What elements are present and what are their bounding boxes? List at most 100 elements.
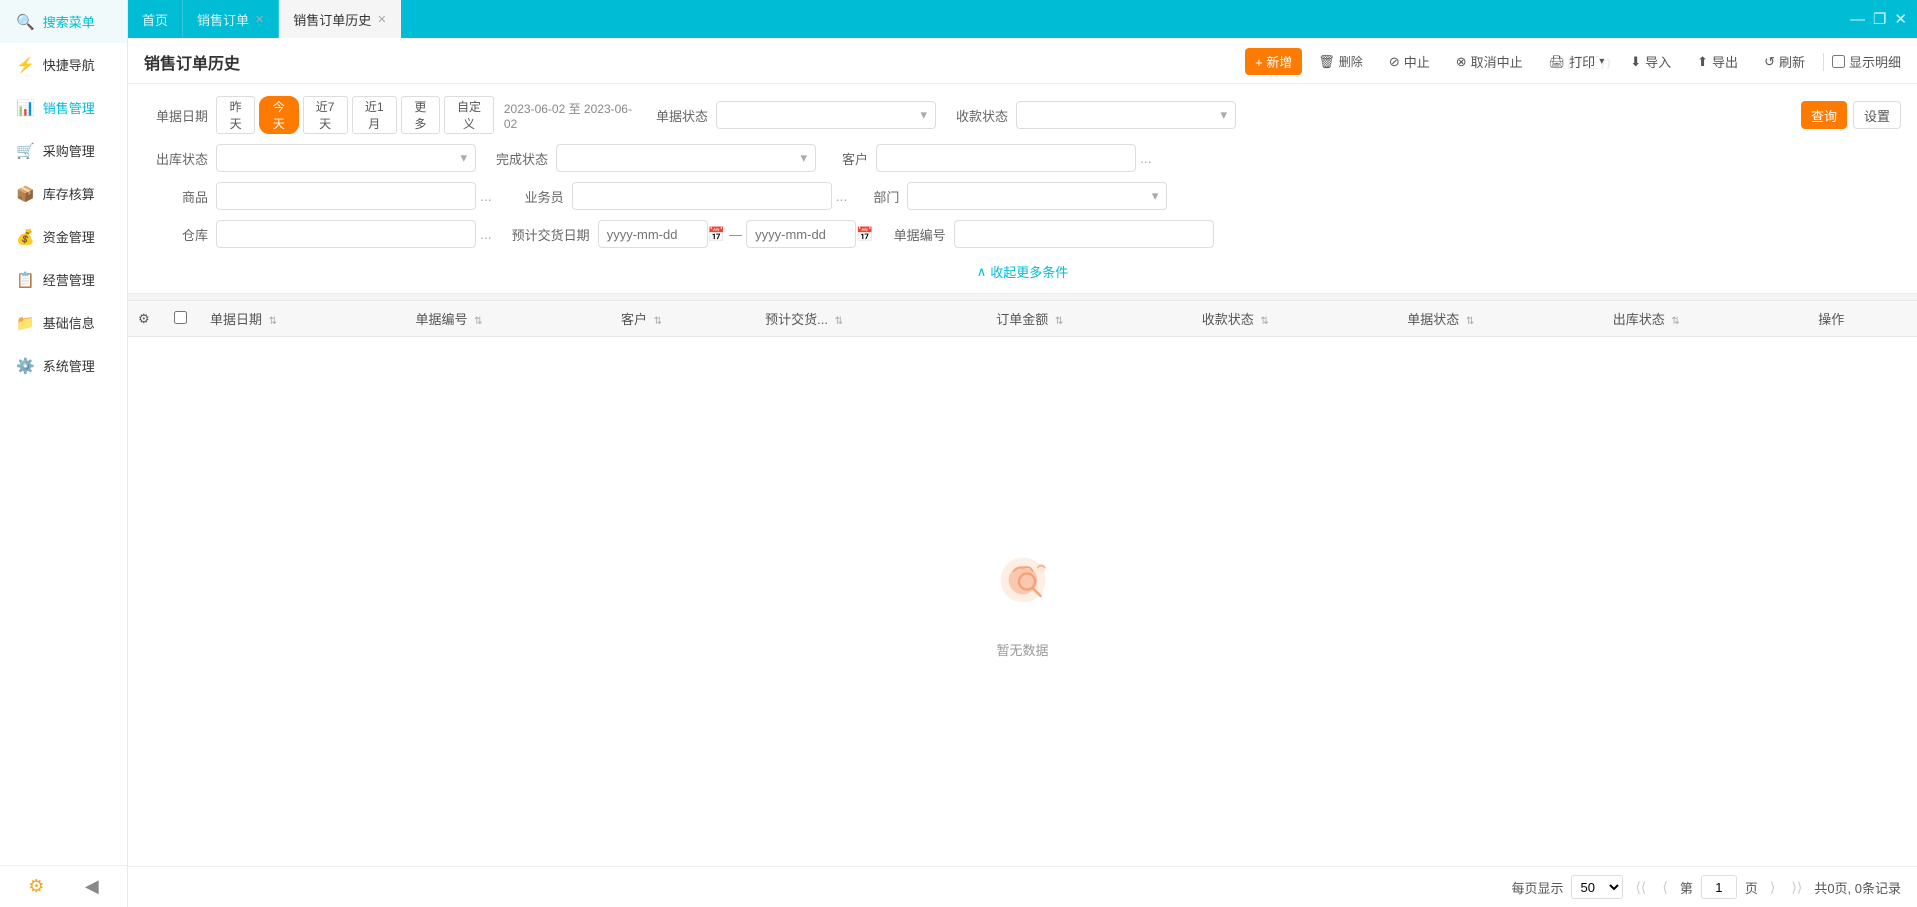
- topbar: 首页 销售订单 ✕ 销售订单历史 ✕ — ❐ ✕: [128, 0, 1917, 38]
- payment-status-select[interactable]: ▾: [1016, 101, 1236, 129]
- th-out-status[interactable]: 出库状态 ⇅: [1603, 301, 1809, 337]
- th-date[interactable]: 单据日期 ⇅: [200, 301, 406, 337]
- close-icon[interactable]: ✕: [1894, 10, 1907, 28]
- new-button[interactable]: + 新增: [1245, 48, 1302, 75]
- sidebar-item-finance[interactable]: 💰 资金管理: [0, 215, 127, 258]
- collapse-btn[interactable]: ∧ 收起更多条件: [144, 258, 1901, 289]
- goods-input[interactable]: [216, 182, 476, 210]
- date-today[interactable]: 今天: [259, 96, 298, 134]
- th-checkbox[interactable]: [164, 301, 200, 337]
- first-page-btn[interactable]: ⟨⟨: [1631, 877, 1650, 898]
- print-dropdown-icon: ▾: [1599, 56, 1604, 67]
- settings-button[interactable]: 设置: [1853, 101, 1901, 129]
- page-size-select[interactable]: 50 10 20 100: [1571, 875, 1623, 899]
- delivery-to-calendar-icon[interactable]: 📅: [856, 226, 873, 243]
- salesperson-dots[interactable]: ...: [836, 188, 848, 204]
- settings-icon[interactable]: ⚙: [138, 311, 150, 326]
- th-delivery-label: 预计交货...: [765, 312, 828, 327]
- date-more[interactable]: 更多: [401, 96, 440, 134]
- tab-sales-order-label: 销售订单: [197, 10, 249, 29]
- th-order-status[interactable]: 单据状态 ⇅: [1397, 301, 1603, 337]
- date-custom[interactable]: 自定义: [444, 96, 494, 134]
- tab-sales-order-close[interactable]: ✕: [255, 13, 264, 26]
- filter-row-3: 商品 ... 业务员 ... 部门 ▾: [144, 182, 1901, 210]
- sidebar-item-inventory[interactable]: 📦 库存核算: [0, 172, 127, 215]
- page-title: 销售订单历史: [144, 50, 240, 74]
- th-delivery[interactable]: 预计交货... ⇅: [755, 301, 986, 337]
- refresh-button[interactable]: ↺ 刷新: [1754, 48, 1815, 75]
- department-select[interactable]: ▾: [907, 182, 1167, 210]
- show-detail-label[interactable]: 显示明细: [1832, 52, 1901, 71]
- warehouse-label: 仓库: [144, 225, 216, 244]
- th-date-sort: ⇅: [269, 316, 277, 327]
- order-number-input[interactable]: [954, 220, 1214, 248]
- refresh-icon: ↺: [1764, 54, 1775, 70]
- customer-label: 客户: [836, 149, 876, 168]
- restore-icon[interactable]: ❐: [1873, 10, 1886, 28]
- page-number-input[interactable]: [1701, 875, 1737, 899]
- complete-status-label: 完成状态: [496, 149, 556, 168]
- select-all-checkbox[interactable]: [174, 311, 187, 324]
- out-status-select[interactable]: ▾: [216, 144, 476, 172]
- tab-sales-order-history[interactable]: 销售订单历史 ✕: [279, 0, 401, 38]
- last-page-btn[interactable]: ⟩⟩: [1787, 877, 1806, 898]
- warehouse-input[interactable]: [216, 220, 476, 248]
- settings-bottom-icon[interactable]: ⚙: [28, 876, 44, 897]
- tab-sales-order[interactable]: 销售订单 ✕: [183, 0, 279, 38]
- collapse-label: 收起更多条件: [990, 262, 1068, 281]
- sidebar-item-label: 资金管理: [43, 227, 95, 246]
- sidebar-item-sys[interactable]: ⚙️ 系统管理: [0, 344, 127, 387]
- sidebar-item-quick-nav[interactable]: ⚡ 快捷导航: [0, 43, 127, 86]
- salesperson-input[interactable]: [572, 182, 832, 210]
- cancel-stop-icon: ⊗: [1456, 54, 1467, 70]
- date-7days[interactable]: 近7天: [303, 96, 348, 134]
- th-settings[interactable]: ⚙: [128, 301, 164, 337]
- tab-home[interactable]: 首页: [128, 0, 183, 38]
- tab-history-label: 销售订单历史: [293, 10, 371, 29]
- sidebar-item-label: 基础信息: [43, 313, 95, 332]
- search-button[interactable]: 查询: [1801, 101, 1847, 129]
- cancel-stop-button[interactable]: ⊗ 取消中止: [1446, 48, 1533, 75]
- export-button[interactable]: ⬆ 导出: [1687, 48, 1748, 75]
- sidebar-item-search[interactable]: 🔍 搜索菜单: [0, 0, 127, 43]
- tab-history-close[interactable]: ✕: [377, 13, 386, 26]
- import-button[interactable]: ⬇ 导入: [1620, 48, 1681, 75]
- prev-page-btn[interactable]: ⟨: [1658, 877, 1671, 898]
- customer-dots[interactable]: ...: [1140, 150, 1152, 166]
- th-payment[interactable]: 收款状态 ⇅: [1192, 301, 1398, 337]
- pagination-bar: 每页显示 50 10 20 100 ⟨⟨ ⟨ 第 页 ⟩ ⟩⟩ 共0页, 0条记…: [128, 866, 1917, 907]
- order-status-arrow: ▾: [920, 107, 927, 123]
- customer-input[interactable]: [876, 144, 1136, 172]
- operations-icon: 📋: [16, 271, 35, 289]
- stop-button[interactable]: ⊘ 中止: [1379, 48, 1440, 75]
- minimize-icon[interactable]: —: [1850, 11, 1865, 28]
- goods-dots[interactable]: ...: [480, 188, 492, 204]
- sidebar-item-operations[interactable]: 📋 经营管理: [0, 258, 127, 301]
- th-amount[interactable]: 订单金额 ⇅: [986, 301, 1192, 337]
- show-detail-checkbox[interactable]: [1832, 55, 1845, 68]
- th-number[interactable]: 单据编号 ⇅: [406, 301, 612, 337]
- warehouse-dots[interactable]: ...: [480, 226, 492, 242]
- sidebar-item-purchase[interactable]: 🛒 采购管理: [0, 129, 127, 172]
- th-out-status-sort: ⇅: [1671, 316, 1679, 327]
- order-status-label: 单据状态: [656, 106, 716, 125]
- delivery-label: 预计交货日期: [512, 225, 598, 244]
- delivery-from-calendar-icon[interactable]: 📅: [708, 226, 725, 243]
- refresh-label: 刷新: [1779, 52, 1805, 71]
- date-yesterday[interactable]: 昨天: [216, 96, 255, 134]
- delete-button[interactable]: 🗑 删除: [1308, 49, 1373, 74]
- delivery-from-input[interactable]: [598, 220, 708, 248]
- table-header-row: ⚙ 单据日期 ⇅ 单据编号 ⇅: [128, 301, 1917, 337]
- page-label: 页: [1745, 878, 1758, 897]
- sidebar-item-base-info[interactable]: 📁 基础信息: [0, 301, 127, 344]
- date-1month[interactable]: 近1月: [352, 96, 397, 134]
- stop-label: 中止: [1404, 52, 1430, 71]
- th-customer[interactable]: 客户 ⇅: [611, 301, 755, 337]
- order-status-select[interactable]: ▾: [716, 101, 936, 129]
- delivery-to-input[interactable]: [746, 220, 856, 248]
- print-button[interactable]: 🖨 打印 ▾: [1539, 48, 1615, 75]
- complete-status-select[interactable]: ▾: [556, 144, 816, 172]
- collapse-sidebar-icon[interactable]: ◀: [85, 876, 99, 897]
- next-page-btn[interactable]: ⟩: [1766, 877, 1779, 898]
- sidebar-item-sales[interactable]: 📊 销售管理: [0, 86, 127, 129]
